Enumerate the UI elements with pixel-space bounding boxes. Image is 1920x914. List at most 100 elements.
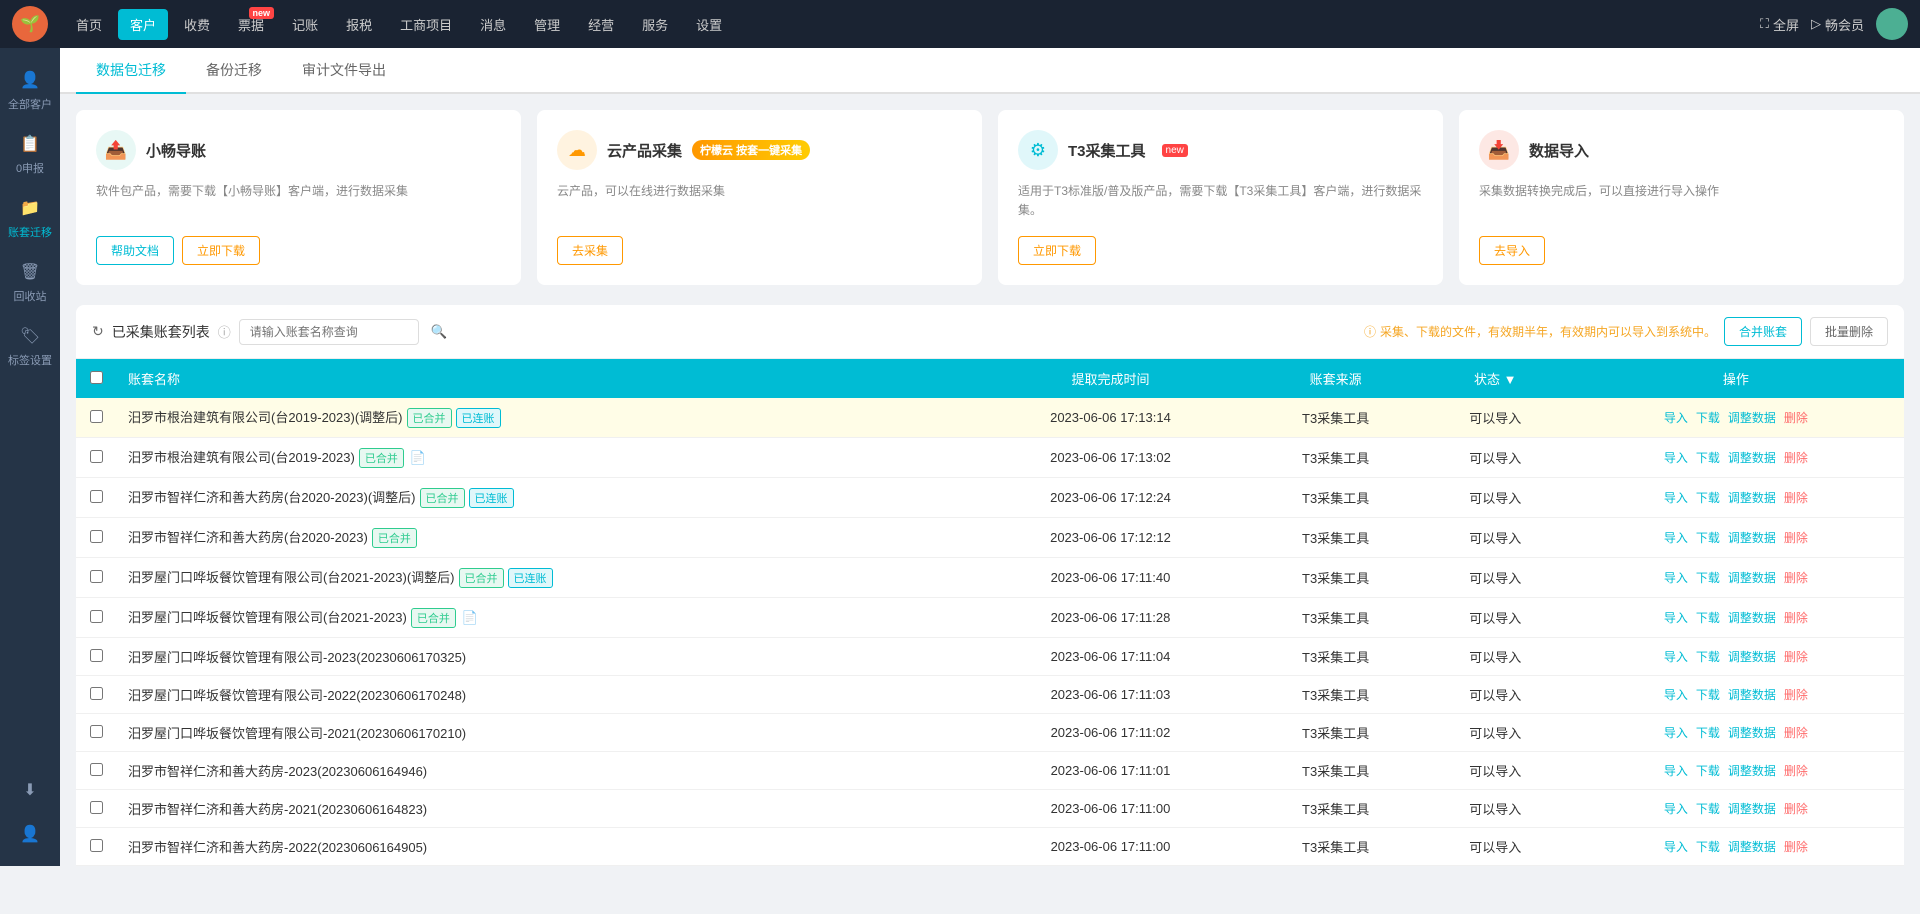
nav-item-ticket[interactable]: 票据new [226, 9, 276, 40]
sidebar-item-download[interactable]: ⬇ [18, 768, 42, 812]
info-icon[interactable]: ⓘ [218, 322, 231, 341]
help-doc-button[interactable]: 帮助文档 [96, 236, 174, 265]
action-下载[interactable]: 下载 [1692, 764, 1724, 778]
action-下载[interactable]: 下载 [1692, 451, 1724, 465]
go-collect-button[interactable]: 去采集 [557, 236, 623, 265]
action-调整数据[interactable]: 调整数据 [1724, 571, 1780, 585]
sidebar-item-recycle[interactable]: 🗑 回收站 [0, 250, 60, 314]
action-调整数据[interactable]: 调整数据 [1724, 650, 1780, 664]
row-checkbox[interactable] [90, 763, 103, 776]
action-下载[interactable]: 下载 [1692, 611, 1724, 625]
search-input[interactable] [239, 319, 419, 345]
action-下载[interactable]: 下载 [1692, 688, 1724, 702]
action-调整数据[interactable]: 调整数据 [1724, 802, 1780, 816]
nav-item-tax[interactable]: 报税 [334, 9, 384, 40]
nav-item-fee[interactable]: 收费 [172, 9, 222, 40]
action-导入[interactable]: 导入 [1660, 611, 1692, 625]
row-checkbox[interactable] [90, 687, 103, 700]
action-导入[interactable]: 导入 [1660, 688, 1692, 702]
tab-data-migration[interactable]: 数据包迁移 [76, 48, 186, 94]
action-调整数据[interactable]: 调整数据 [1724, 840, 1780, 854]
file-icon[interactable]: 📄 [410, 450, 426, 465]
batch-delete-button[interactable]: 批量删除 [1810, 317, 1888, 346]
action-下载[interactable]: 下载 [1692, 411, 1724, 425]
action-删除[interactable]: 删除 [1780, 802, 1812, 816]
row-checkbox[interactable] [90, 490, 103, 503]
action-删除[interactable]: 删除 [1780, 451, 1812, 465]
row-checkbox[interactable] [90, 530, 103, 543]
action-删除[interactable]: 删除 [1780, 571, 1812, 585]
action-导入[interactable]: 导入 [1660, 451, 1692, 465]
download-now-button[interactable]: 立即下载 [182, 236, 260, 265]
nav-item-settings[interactable]: 设置 [684, 9, 734, 40]
tab-backup-migration[interactable]: 备份迁移 [186, 48, 282, 94]
action-导入[interactable]: 导入 [1660, 531, 1692, 545]
action-导入[interactable]: 导入 [1660, 764, 1692, 778]
file-icon[interactable]: 📄 [462, 610, 478, 625]
fullscreen-button[interactable]: ⛶ 全屏 [1760, 15, 1799, 34]
th-status[interactable]: 状态 ▼ [1423, 359, 1568, 398]
member-button[interactable]: ▷ 畅会员 [1811, 15, 1864, 34]
row-checkbox[interactable] [90, 610, 103, 623]
action-调整数据[interactable]: 调整数据 [1724, 611, 1780, 625]
action-调整数据[interactable]: 调整数据 [1724, 531, 1780, 545]
action-导入[interactable]: 导入 [1660, 411, 1692, 425]
row-checkbox[interactable] [90, 649, 103, 662]
action-删除[interactable]: 删除 [1780, 840, 1812, 854]
action-删除[interactable]: 删除 [1780, 764, 1812, 778]
action-下载[interactable]: 下载 [1692, 571, 1724, 585]
nav-item-message[interactable]: 消息 [468, 9, 518, 40]
action-下载[interactable]: 下载 [1692, 491, 1724, 505]
action-导入[interactable]: 导入 [1660, 840, 1692, 854]
nav-item-customer[interactable]: 客户 [118, 9, 168, 40]
action-删除[interactable]: 删除 [1780, 411, 1812, 425]
search-button[interactable]: 🔍 [427, 320, 452, 344]
action-下载[interactable]: 下载 [1692, 726, 1724, 740]
sidebar-item-all-customers[interactable]: 👤 全部客户 [0, 58, 60, 122]
sidebar-item-zero-declare[interactable]: 📋 0申报 [0, 122, 60, 186]
action-删除[interactable]: 删除 [1780, 491, 1812, 505]
action-调整数据[interactable]: 调整数据 [1724, 411, 1780, 425]
action-下载[interactable]: 下载 [1692, 650, 1724, 664]
action-导入[interactable]: 导入 [1660, 726, 1692, 740]
refresh-icon[interactable]: ↻ [92, 323, 104, 340]
merge-button[interactable]: 合并账套 [1724, 317, 1802, 346]
logo-icon[interactable]: 🌱 [12, 6, 48, 42]
action-删除[interactable]: 删除 [1780, 688, 1812, 702]
action-导入[interactable]: 导入 [1660, 571, 1692, 585]
row-checkbox[interactable] [90, 450, 103, 463]
nav-item-bookkeep[interactable]: 记账 [280, 9, 330, 40]
nav-item-operation[interactable]: 经营 [576, 9, 626, 40]
action-调整数据[interactable]: 调整数据 [1724, 491, 1780, 505]
action-下载[interactable]: 下载 [1692, 531, 1724, 545]
nav-item-manage[interactable]: 管理 [522, 9, 572, 40]
action-调整数据[interactable]: 调整数据 [1724, 726, 1780, 740]
row-checkbox[interactable] [90, 570, 103, 583]
t3-download-button[interactable]: 立即下载 [1018, 236, 1096, 265]
action-删除[interactable]: 删除 [1780, 726, 1812, 740]
row-checkbox[interactable] [90, 839, 103, 852]
action-调整数据[interactable]: 调整数据 [1724, 451, 1780, 465]
action-下载[interactable]: 下载 [1692, 840, 1724, 854]
row-checkbox[interactable] [90, 725, 103, 738]
action-删除[interactable]: 删除 [1780, 611, 1812, 625]
nav-item-home[interactable]: 首页 [64, 9, 114, 40]
row-checkbox[interactable] [90, 410, 103, 423]
tab-audit-export[interactable]: 审计文件导出 [282, 48, 406, 94]
action-删除[interactable]: 删除 [1780, 531, 1812, 545]
action-导入[interactable]: 导入 [1660, 491, 1692, 505]
sidebar-item-tags[interactable]: 🏷 标签设置 [0, 314, 60, 378]
nav-item-service[interactable]: 服务 [630, 9, 680, 40]
action-调整数据[interactable]: 调整数据 [1724, 688, 1780, 702]
action-调整数据[interactable]: 调整数据 [1724, 764, 1780, 778]
sidebar-item-migrate[interactable]: 📁 账套迁移 [0, 186, 60, 250]
go-import-button[interactable]: 去导入 [1479, 236, 1545, 265]
row-checkbox[interactable] [90, 801, 103, 814]
action-导入[interactable]: 导入 [1660, 802, 1692, 816]
action-下载[interactable]: 下载 [1692, 802, 1724, 816]
sidebar-item-profile[interactable]: 👤 [18, 812, 42, 856]
action-删除[interactable]: 删除 [1780, 650, 1812, 664]
nav-item-business[interactable]: 工商项目 [388, 9, 464, 40]
select-all-checkbox[interactable] [90, 371, 103, 384]
avatar[interactable] [1876, 8, 1908, 40]
